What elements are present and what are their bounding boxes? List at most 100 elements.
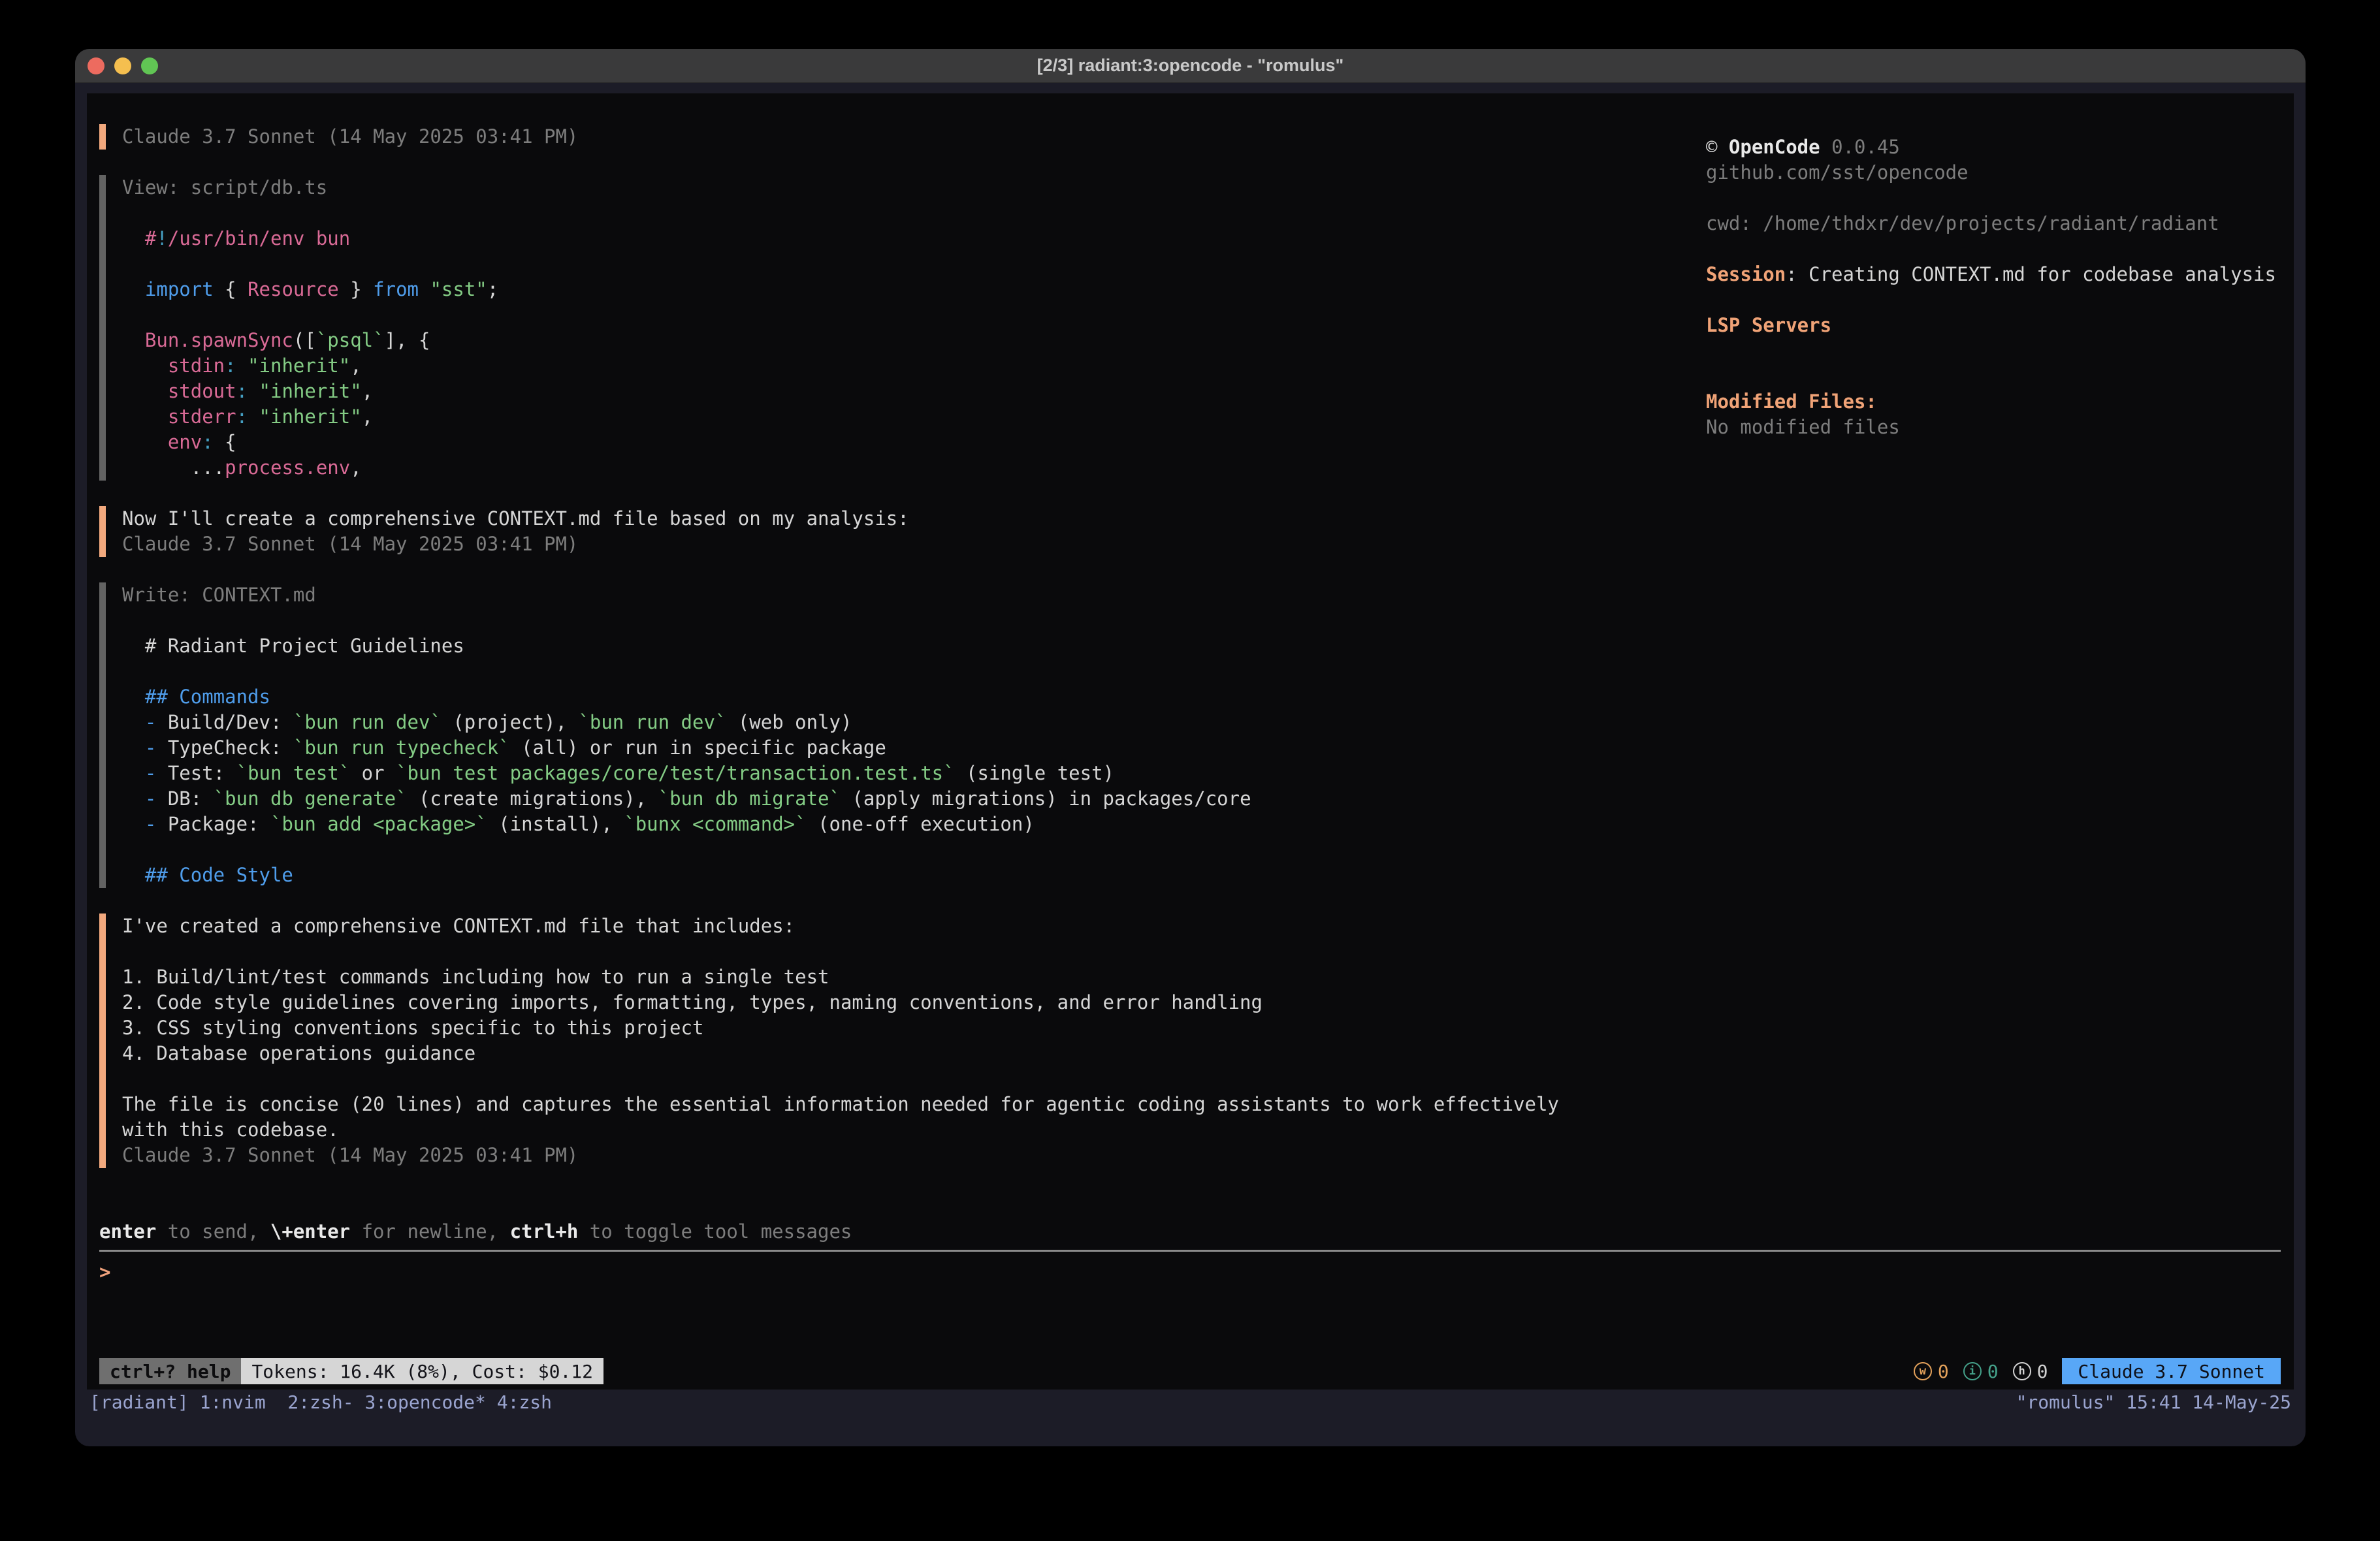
text-line: Now I'll create a comprehensive CONTEXT.… [122, 506, 1706, 532]
text-segment: to toggle tool messages [578, 1220, 852, 1243]
input-empty-area[interactable] [99, 1285, 2281, 1358]
text-segment: TypeCheck: [156, 737, 293, 759]
text-segment: `bun test packages/core/test/transaction… [396, 762, 955, 784]
text-segment: Claude 3.7 Sonnet (14 May 2025 03:41 PM) [122, 533, 578, 555]
titlebar[interactable]: [2/3] radiant:3:opencode - "romulus" [75, 49, 2306, 83]
text-line [1706, 287, 2281, 313]
text-line: Bun.spawnSync([`psql`], { [122, 328, 1706, 353]
text-segment: , [362, 380, 373, 402]
tmux-window-list[interactable]: [radiant] 1:nvim 2:zsh- 3:opencode* 4:zs… [89, 1391, 552, 1413]
text-segment: OpenCode [1729, 136, 1820, 158]
text-segment: © [1706, 136, 1729, 158]
text-segment: Write: CONTEXT.md [122, 584, 316, 606]
text-segment: ; [487, 278, 498, 300]
diagnostic-info-counter: i0 [1963, 1359, 1999, 1384]
text-line: LSP Servers [1706, 313, 2281, 338]
block-lines: I've created a comprehensive CONTEXT.md … [122, 913, 1706, 1168]
prompt-input[interactable]: > [99, 1260, 2281, 1285]
warning-count: 0 [1938, 1359, 1949, 1384]
text-segment [236, 355, 248, 377]
text-line: - Package: `bun add <package>` (install)… [122, 812, 1706, 837]
text-line: Session: Creating CONTEXT.md for codebas… [1706, 262, 2281, 287]
text-segment: (web only) [726, 711, 852, 733]
text-segment: Bun.spawnSync [145, 329, 293, 351]
message-block: I've created a comprehensive CONTEXT.md … [99, 913, 1706, 1168]
text-segment: Package: [156, 813, 270, 835]
model-badge[interactable]: Claude 3.7 Sonnet [2062, 1358, 2281, 1384]
text-segment: for newline, [350, 1220, 509, 1243]
text-segment: or [350, 762, 396, 784]
text-segment: , [350, 456, 361, 479]
text-line: # Radiant Project Guidelines [122, 633, 1706, 659]
text-segment: 2. Code style guidelines covering import… [122, 991, 1262, 1013]
text-segment: I've created a comprehensive CONTEXT.md … [122, 915, 795, 937]
text-line: stdout: "inherit", [122, 379, 1706, 404]
text-segment: ], { [385, 329, 430, 351]
text-segment: ## Code Style [145, 864, 293, 886]
text-segment: View: script/db.ts [122, 176, 327, 199]
text-segment [419, 278, 430, 300]
chat-and-sidebar: Claude 3.7 Sonnet (14 May 2025 03:41 PM)… [99, 124, 2281, 1194]
text-line [122, 608, 1706, 633]
text-segment: , [362, 405, 373, 428]
text-segment [122, 762, 145, 784]
text-line: The file is concise (20 lines) and captu… [122, 1092, 1706, 1117]
text-segment [122, 405, 168, 428]
text-segment: Claude 3.7 Sonnet (14 May 2025 03:41 PM) [122, 1144, 578, 1166]
accent-bar [99, 506, 106, 557]
text-segment: : [225, 355, 236, 377]
text-line: - DB: `bun db generate` (create migratio… [122, 786, 1706, 812]
prompt-chevron-icon: > [99, 1261, 110, 1283]
text-segment: (create migrations), [408, 787, 658, 810]
text-line: ## Commands [122, 684, 1706, 710]
text-line: - TypeCheck: `bun run typecheck` (all) o… [122, 735, 1706, 761]
text-segment: # [145, 227, 156, 249]
text-line: env: { [122, 430, 1706, 455]
text-segment: "inherit" [259, 380, 362, 402]
accent-bar [99, 124, 106, 150]
status-bar: ctrl+? help Tokens: 16.4K (8%), Cost: $0… [99, 1358, 2281, 1384]
text-segment [122, 380, 168, 402]
text-segment [248, 380, 259, 402]
text-segment: Modified Files: [1706, 390, 1877, 413]
text-segment [122, 864, 145, 886]
tmux-session-clock: "romulus" 15:41 14-May-25 [2016, 1391, 2291, 1413]
text-segment: - [145, 787, 156, 810]
text-segment [122, 355, 168, 377]
text-segment: (install), [487, 813, 624, 835]
text-line [1706, 364, 2281, 389]
text-segment [122, 813, 145, 835]
text-segment: "inherit" [248, 355, 350, 377]
text-segment [122, 329, 145, 351]
text-line [122, 251, 1706, 277]
text-segment [122, 227, 145, 249]
text-segment: ... [122, 456, 225, 479]
text-line: stderr: "inherit", [122, 404, 1706, 430]
text-line [1706, 185, 2281, 211]
help-shortcut-chip[interactable]: ctrl+? help [99, 1358, 241, 1384]
text-line [122, 1066, 1706, 1092]
text-segment: 1. Build/lint/test commands including ho… [122, 966, 829, 988]
text-segment: `bun test` [236, 762, 351, 784]
message-block: Now I'll create a comprehensive CONTEXT.… [99, 506, 1706, 557]
text-segment: (single test) [955, 762, 1114, 784]
text-segment [122, 711, 145, 733]
text-segment: stderr [168, 405, 236, 428]
text-segment: `bun db generate` [214, 787, 408, 810]
text-segment: (apply migrations) in packages/core [841, 787, 1251, 810]
text-segment: /usr/bin/env bun [168, 227, 350, 249]
text-segment: 4. Database operations guidance [122, 1042, 475, 1064]
text-line: ## Code Style [122, 863, 1706, 888]
text-line [122, 939, 1706, 964]
status-right: w0i0h0 Claude 3.7 Sonnet [1914, 1358, 2281, 1384]
text-line [122, 837, 1706, 863]
text-line: Write: CONTEXT.md [122, 582, 1706, 608]
text-line: 3. CSS styling conventions specific to t… [122, 1015, 1706, 1041]
text-segment: - [145, 737, 156, 759]
tool-block: Write: CONTEXT.md # Radiant Project Guid… [99, 582, 1706, 888]
hint-icon: h [2013, 1362, 2031, 1380]
text-segment: enter [99, 1220, 156, 1243]
text-segment: No modified files [1706, 416, 1900, 438]
tmux-status-bar: [radiant] 1:nvim 2:zsh- 3:opencode* 4:zs… [87, 1390, 2294, 1414]
text-segment: LSP Servers [1706, 314, 1831, 336]
